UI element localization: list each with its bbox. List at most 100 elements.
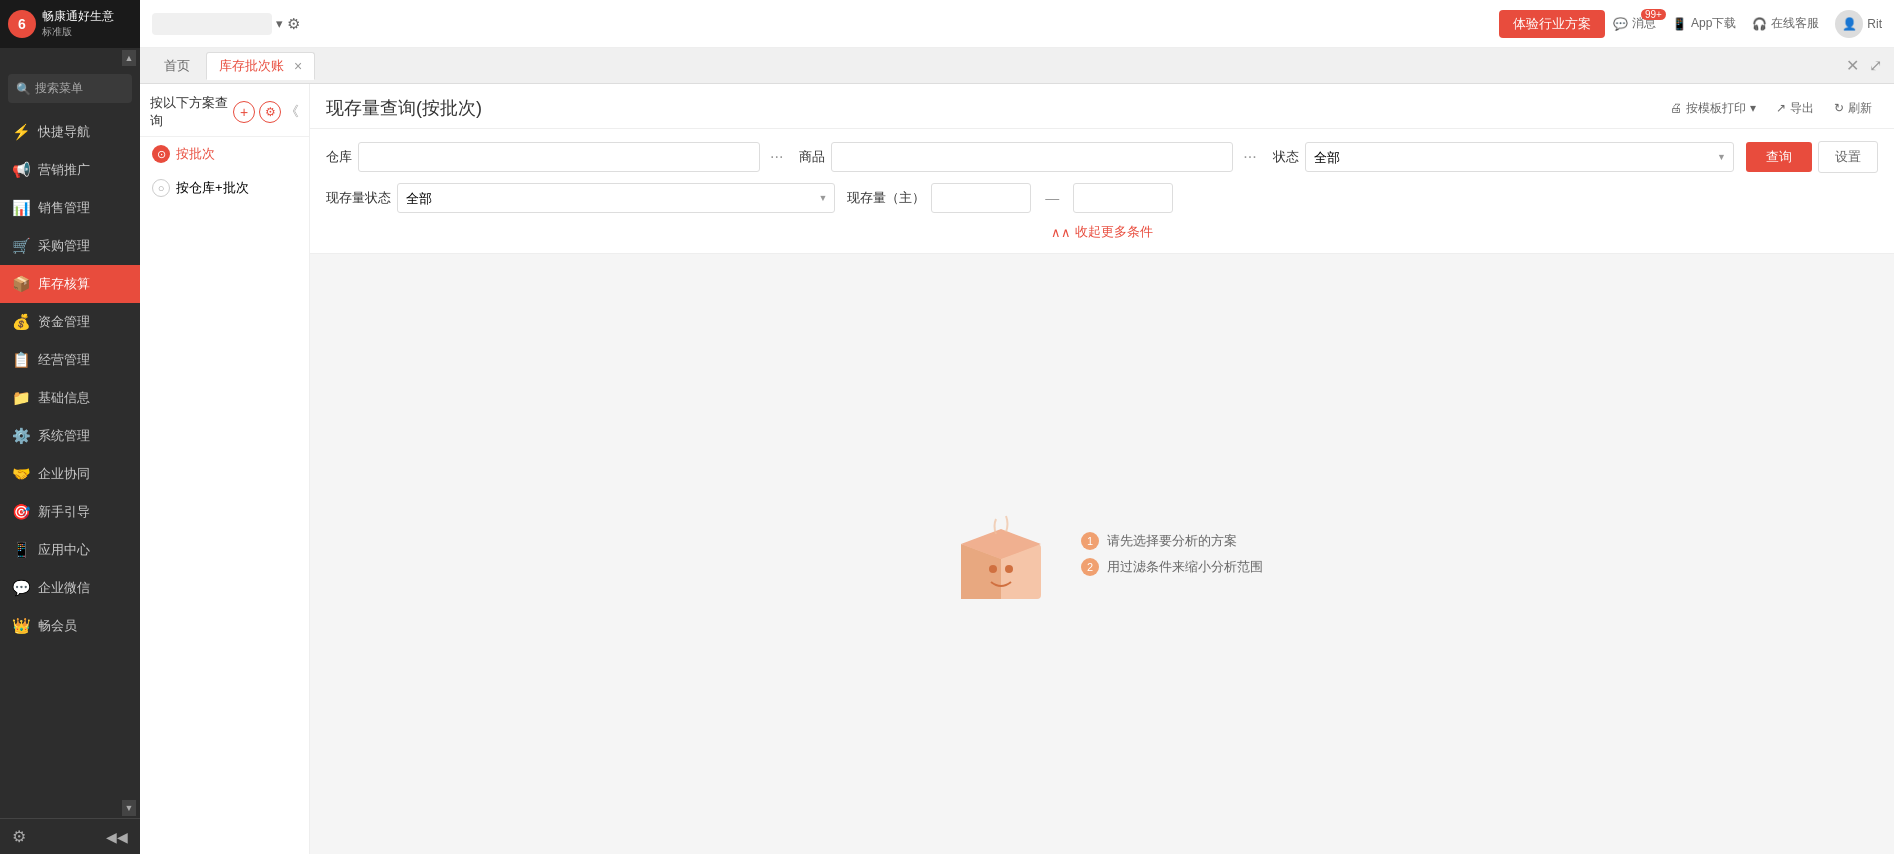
scroll-down-btn[interactable]: ▼ (122, 800, 136, 816)
left-panel: 按以下方案查询 + ⚙ 《 ⊙ 按批次 ○ 按仓库+批次 (140, 84, 310, 854)
finance-label: 资金管理 (38, 313, 90, 331)
sidebar-item-sales[interactable]: 📊 销售管理 (0, 189, 140, 227)
settings-icon[interactable]: ⚙ (12, 827, 26, 846)
warehouse-filter: 仓库 ··· (326, 142, 787, 172)
sidebar-header: 6 畅康通好生意 标准版 (0, 0, 140, 48)
sidebar-item-finance[interactable]: 💰 资金管理 (0, 303, 140, 341)
export-btn[interactable]: ↗ 导出 (1770, 97, 1820, 120)
sidebar-item-appcenter[interactable]: 📱 应用中心 (0, 531, 140, 569)
scroll-up-area: ▲ (0, 48, 140, 68)
left-panel-actions: + ⚙ 《 (233, 101, 299, 123)
sales-icon: 📊 (12, 199, 30, 217)
scheme-item-batch[interactable]: ⊙ 按批次 (140, 137, 309, 171)
sidebar-item-system[interactable]: ⚙️ 系统管理 (0, 417, 140, 455)
warehouse-input[interactable] (358, 142, 760, 172)
topbar: ▾ ⚙ 体验行业方案 💬 消息 99+ 📱 App下载 🎧 在线客服 👤 (140, 0, 1894, 48)
newguide-label: 新手引导 (38, 503, 90, 521)
scheme-item-warehouse-batch[interactable]: ○ 按仓库+批次 (140, 171, 309, 205)
panel-close-btn[interactable]: ✕ (1846, 56, 1859, 75)
sidebar-item-marketing[interactable]: 📢 营销推广 (0, 151, 140, 189)
tab-inventory-batch[interactable]: 库存批次账 × (206, 52, 315, 80)
app-download-btn[interactable]: 📱 App下载 (1672, 15, 1736, 32)
empty-step-2: 2 用过滤条件来缩小分析范围 (1081, 558, 1263, 576)
operations-label: 经营管理 (38, 351, 90, 369)
wechat-label: 企业微信 (38, 579, 90, 597)
marketing-icon: 📢 (12, 161, 30, 179)
sidebar: 6 畅康通好生意 标准版 ▲ 🔍 搜索菜单 ⚡ 快捷导航 📢 营销推广 📊 销售… (0, 0, 140, 854)
panel-expand-btn[interactable]: ⤢ (1869, 56, 1882, 75)
scroll-up-btn[interactable]: ▲ (122, 50, 136, 66)
sidebar-item-basics[interactable]: 📁 基础信息 (0, 379, 140, 417)
page-header: 现存量查询(按批次) 🖨 按模板打印 ▾ ↗ 导出 ↻ 刷新 (310, 84, 1894, 129)
appcenter-label: 应用中心 (38, 541, 90, 559)
scheme-inactive-icon: ○ (152, 179, 170, 197)
sidebar-item-inventory[interactable]: 📦 库存核算 (0, 265, 140, 303)
warehouse-dots-btn[interactable]: ··· (766, 148, 787, 166)
inventory-status-label: 现存量状态 (326, 189, 391, 207)
right-content: 现存量查询(按批次) 🖨 按模板打印 ▾ ↗ 导出 ↻ 刷新 (310, 84, 1894, 854)
sidebar-item-wechat[interactable]: 💬 企业微信 (0, 569, 140, 607)
collapse-sidebar-btn[interactable]: ◀◀ (106, 829, 128, 845)
inventory-qty-from[interactable] (931, 183, 1031, 213)
print-icon: 🖨 (1670, 101, 1682, 115)
sidebar-brand: 畅康通好生意 标准版 (42, 9, 114, 39)
collapse-filter-btn[interactable]: ∧∧ 收起更多条件 (1051, 223, 1153, 241)
purchase-label: 采购管理 (38, 237, 90, 255)
filter-settings-btn[interactable]: 设置 (1818, 141, 1878, 173)
sidebar-item-member[interactable]: 👑 畅会员 (0, 607, 140, 645)
add-scheme-btn[interactable]: + (233, 101, 255, 123)
inventory-qty-to[interactable] (1073, 183, 1173, 213)
sidebar-item-newguide[interactable]: 🎯 新手引导 (0, 493, 140, 531)
tabbar: 首页 库存批次账 × ✕ ⤢ (140, 48, 1894, 84)
marketing-label: 营销推广 (38, 161, 90, 179)
member-icon: 👑 (12, 617, 30, 635)
enterprise-label: 企业协同 (38, 465, 90, 483)
print-dropdown-icon: ▾ (1750, 101, 1756, 115)
message-btn[interactable]: 💬 消息 99+ (1613, 15, 1656, 32)
status-label: 状态 (1273, 148, 1299, 166)
online-service-btn[interactable]: 🎧 在线客服 (1752, 15, 1819, 32)
inventory-label: 库存核算 (38, 275, 90, 293)
left-panel-header: 按以下方案查询 + ⚙ 《 (140, 84, 309, 137)
topbar-dropdown-btn[interactable]: ▾ (276, 16, 283, 31)
company-name: 畅康通好生意 (42, 9, 114, 25)
scheme-query-label: 按以下方案查询 (150, 94, 233, 130)
scheme-settings-btn[interactable]: ⚙ (259, 101, 281, 123)
scheme-batch-label: 按批次 (176, 145, 215, 163)
refresh-btn[interactable]: ↻ 刷新 (1828, 97, 1878, 120)
print-btn[interactable]: 🖨 按模板打印 ▾ (1664, 97, 1762, 120)
newguide-icon: 🎯 (12, 503, 30, 521)
trial-btn[interactable]: 体验行业方案 (1499, 10, 1605, 38)
tab-close-btn[interactable]: × (294, 58, 302, 74)
empty-illustration (941, 494, 1061, 614)
phone-icon: 📱 (1672, 17, 1687, 31)
step-2-text: 用过滤条件来缩小分析范围 (1107, 558, 1263, 576)
qty-dash: — (1037, 190, 1067, 206)
filter-area: 仓库 ··· 商品 ··· 状态 全部 正常 (310, 129, 1894, 254)
inventory-status-select[interactable]: 全部 (397, 183, 835, 213)
message-badge: 99+ (1641, 9, 1666, 20)
sidebar-search-btn[interactable]: 🔍 搜索菜单 (8, 74, 132, 103)
user-avatar-btn[interactable]: 👤 Rit (1835, 10, 1882, 38)
collapse-label: 收起更多条件 (1075, 223, 1153, 241)
sidebar-item-purchase[interactable]: 🛒 采购管理 (0, 227, 140, 265)
topbar-gear-btn[interactable]: ⚙ (287, 15, 300, 33)
inventory-qty-filter: 现存量（主） — (847, 183, 1356, 213)
status-select[interactable]: 全部 正常 停用 (1305, 142, 1734, 172)
query-btn[interactable]: 查询 (1746, 142, 1812, 172)
purchase-icon: 🛒 (12, 237, 30, 255)
page-title: 现存量查询(按批次) (326, 96, 482, 120)
sidebar-item-enterprise[interactable]: 🤝 企业协同 (0, 455, 140, 493)
topbar-search-input[interactable] (152, 13, 272, 35)
product-dots-btn[interactable]: ··· (1239, 148, 1260, 166)
scroll-down-area: ▼ (0, 798, 140, 818)
product-input[interactable] (831, 142, 1233, 172)
finance-icon: 💰 (12, 313, 30, 331)
sidebar-item-operations[interactable]: 📋 经营管理 (0, 341, 140, 379)
inventory-status-filter: 现存量状态 全部 (326, 183, 835, 213)
print-label: 按模板打印 (1686, 100, 1746, 117)
collapse-panel-btn[interactable]: 《 (285, 103, 299, 121)
sidebar-item-shortcuts[interactable]: ⚡ 快捷导航 (0, 113, 140, 151)
tab-home[interactable]: 首页 (152, 52, 202, 80)
edition-label: 标准版 (42, 25, 114, 39)
